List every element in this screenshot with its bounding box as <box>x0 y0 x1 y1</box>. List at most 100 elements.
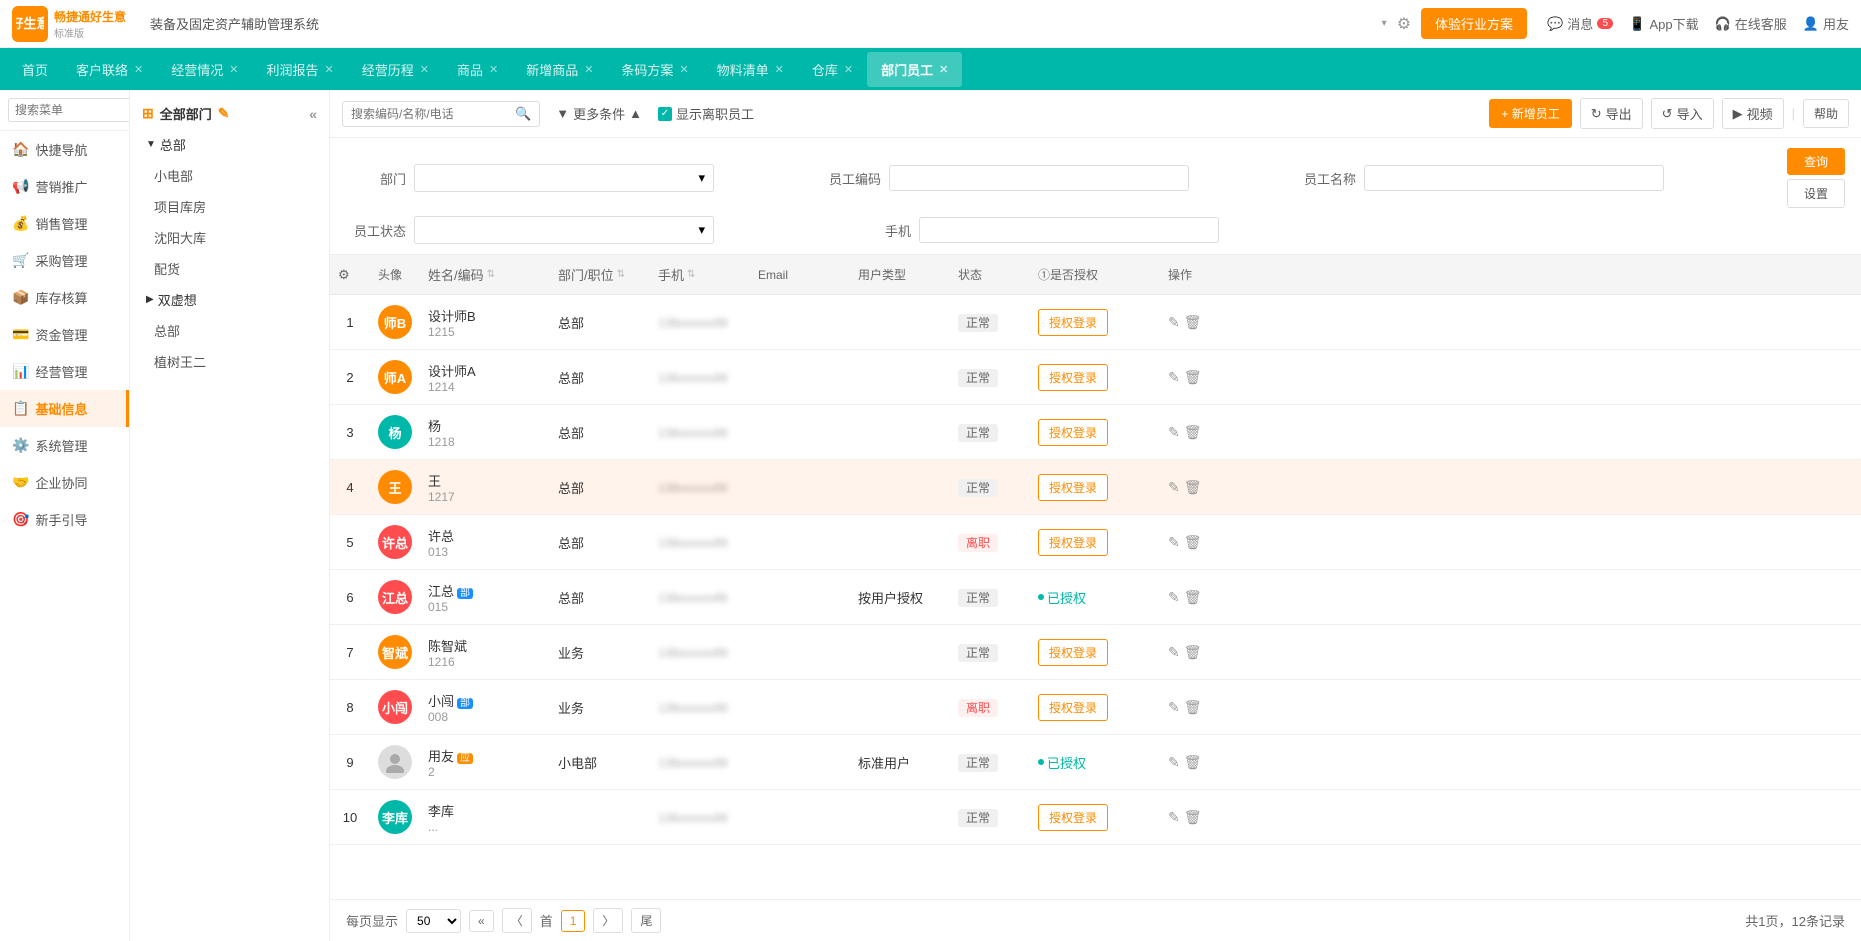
online-service-btn[interactable]: 🎧 在线客服 <box>1715 14 1787 33</box>
sidebar-item-purchase[interactable]: 🛒采购管理 <box>0 242 129 279</box>
trial-button[interactable]: 体验行业方案 <box>1421 8 1527 39</box>
dept-edit-icon[interactable]: ✎ <box>218 105 230 122</box>
logo-icon: 好生意 <box>12 6 48 42</box>
auth-login-button[interactable]: 授权登录 <box>1038 364 1108 391</box>
delete-button[interactable]: 🗑 <box>1184 479 1202 495</box>
edit-button[interactable]: ✎ <box>1168 644 1180 660</box>
search-menu-input[interactable] <box>8 98 130 122</box>
edit-button[interactable]: ✎ <box>1168 314 1180 330</box>
next-page-btn[interactable]: 〉 <box>593 908 623 933</box>
cell-phone-9: 138xxxxxx99 <box>650 790 750 845</box>
show-resigned-toggle[interactable]: ✓ 显示离职员工 <box>658 104 754 123</box>
dept-item-xiaodibu[interactable]: 小电部 <box>130 160 329 191</box>
search-button[interactable]: 查询 <box>1787 148 1845 175</box>
dept-item-peihuo[interactable]: 配货 <box>130 253 329 284</box>
auth-login-button[interactable]: 授权登录 <box>1038 804 1108 831</box>
app-download-btn[interactable]: 📱 App下载 <box>1629 14 1698 33</box>
edit-button[interactable]: ✎ <box>1168 479 1180 495</box>
add-employee-button[interactable]: + 新增员工 <box>1489 99 1571 128</box>
dropdown-arrow[interactable]: ▾ <box>1382 18 1387 29</box>
tab-profit[interactable]: 利润报告 ✕ <box>252 52 347 87</box>
emp-name-input[interactable] <box>1364 165 1664 191</box>
more-filter-btn[interactable]: ▼ 更多条件 ▲ <box>548 100 650 127</box>
search-employee-input[interactable] <box>351 107 511 121</box>
resigned-checkbox[interactable]: ✓ <box>658 107 672 121</box>
dept-item-xiangmukufang[interactable]: 项目库房 <box>130 191 329 222</box>
th-name-code[interactable]: 姓名/编码 ⇅ <box>420 255 550 295</box>
auth-login-button[interactable]: 授权登录 <box>1038 474 1108 501</box>
export-button[interactable]: ↻ 导出 <box>1580 98 1643 129</box>
sidebar-item-collab[interactable]: 🤝企业协同 <box>0 464 129 501</box>
pagination: 每页显示 50 20 100 « 〈 首 1 〉 尾 共1页，12条记录 <box>330 899 1861 941</box>
tab-bom[interactable]: 物料清单 ✕ <box>703 52 798 87</box>
th-user-type: 用户类型 <box>850 255 950 295</box>
sidebar-item-inventory[interactable]: 📦库存核算 <box>0 279 129 316</box>
tab-department[interactable]: 部门员工 ✕ <box>867 52 962 87</box>
tab-history[interactable]: 经营历程 ✕ <box>348 52 443 87</box>
tab-goods[interactable]: 商品 ✕ <box>443 52 512 87</box>
auth-login-button[interactable]: 授权登录 <box>1038 694 1108 721</box>
set-button[interactable]: 设置 <box>1787 179 1845 208</box>
tab-warehouse[interactable]: 仓库 ✕ <box>798 52 867 87</box>
dept-item-shenyangdaku[interactable]: 沈阳大库 <box>130 222 329 253</box>
emp-status-select[interactable]: ▾ <box>414 216 714 244</box>
delete-button[interactable]: 🗑 <box>1184 809 1202 825</box>
sidebar-item-basic-info[interactable]: 📋基础信息 <box>0 390 129 427</box>
delete-button[interactable]: 🗑 <box>1184 754 1202 770</box>
cell-name-1: 设计师A1214 <box>420 350 550 405</box>
delete-button[interactable]: 🗑 <box>1184 424 1202 440</box>
edit-button[interactable]: ✎ <box>1168 534 1180 550</box>
edit-button[interactable]: ✎ <box>1168 754 1180 770</box>
view-button[interactable]: ▶ 视频 <box>1722 98 1784 129</box>
edit-button[interactable]: ✎ <box>1168 369 1180 385</box>
help-button[interactable]: 帮助 <box>1803 99 1849 128</box>
auth-login-button[interactable]: 授权登录 <box>1038 529 1108 556</box>
sidebar-item-finance[interactable]: 💳资金管理 <box>0 316 129 353</box>
dept-filter-select[interactable]: ▾ <box>414 164 714 192</box>
message-btn[interactable]: 💬 消息 5 <box>1547 14 1613 33</box>
edit-button[interactable]: ✎ <box>1168 809 1180 825</box>
tab-add-goods[interactable]: 新增商品 ✕ <box>512 52 607 87</box>
delete-button[interactable]: 🗑 <box>1184 644 1202 660</box>
edit-button[interactable]: ✎ <box>1168 699 1180 715</box>
delete-button[interactable]: 🗑 <box>1184 369 1202 385</box>
tab-operation[interactable]: 经营情况 ✕ <box>157 52 252 87</box>
phone-filter-input[interactable] <box>919 217 1219 243</box>
sidebar-item-nav[interactable]: 🏠快捷导航 <box>0 131 129 168</box>
emp-code-input[interactable] <box>889 165 1189 191</box>
tab-customer[interactable]: 客户联络 ✕ <box>62 52 157 87</box>
sidebar-item-sales[interactable]: 💰销售管理 <box>0 205 129 242</box>
import-button[interactable]: ↺ 导入 <box>1651 98 1714 129</box>
cell-auth-9: 授权登录 <box>1030 790 1160 845</box>
last-page-btn[interactable]: 尾 <box>631 908 661 933</box>
edit-button[interactable]: ✎ <box>1168 424 1180 440</box>
auth-login-button[interactable]: 授权登录 <box>1038 309 1108 336</box>
cell-email-8 <box>750 735 850 790</box>
delete-button[interactable]: 🗑 <box>1184 534 1202 550</box>
delete-button[interactable]: 🗑 <box>1184 589 1202 605</box>
delete-button[interactable]: 🗑 <box>1184 699 1202 715</box>
prev-page-btn[interactable]: 〈 <box>502 908 532 933</box>
dept-group-shuangxuxiang[interactable]: ▶ 双虚想 <box>130 284 329 315</box>
delete-button[interactable]: 🗑 <box>1184 314 1202 330</box>
th-phone[interactable]: 手机 ⇅ <box>650 255 750 295</box>
th-dept[interactable]: 部门/职位 ⇅ <box>550 255 650 295</box>
gear-icon[interactable]: ⚙ <box>1397 14 1411 34</box>
dept-item-zongbu[interactable]: 总部 <box>130 315 329 346</box>
dept-group-headquarters[interactable]: ▼ 总部 <box>130 129 329 160</box>
dept-item-zhishuwanger[interactable]: 植树王二 <box>130 346 329 377</box>
sidebar-item-marketing[interactable]: 📢营销推广 <box>0 168 129 205</box>
tab-barcode[interactable]: 条码方案 ✕ <box>607 52 702 87</box>
first-page-btn[interactable]: « <box>469 910 494 932</box>
auth-login-button[interactable]: 授权登录 <box>1038 419 1108 446</box>
sidebar-item-operation-mgmt[interactable]: 📊经营管理 <box>0 353 129 390</box>
edit-button[interactable]: ✎ <box>1168 589 1180 605</box>
sidebar-item-system[interactable]: ⚙️系统管理 <box>0 427 129 464</box>
tab-home[interactable]: 首页 <box>8 52 62 87</box>
page-size-select[interactable]: 50 20 100 <box>406 909 461 933</box>
dept-collapse-icon[interactable]: « <box>309 106 317 122</box>
user-btn[interactable]: 👤 用友 <box>1803 14 1849 33</box>
auth-login-button[interactable]: 授权登录 <box>1038 639 1108 666</box>
table-settings-icon[interactable]: ⚙ <box>338 267 350 282</box>
sidebar-item-guide[interactable]: 🎯新手引导 <box>0 501 129 538</box>
